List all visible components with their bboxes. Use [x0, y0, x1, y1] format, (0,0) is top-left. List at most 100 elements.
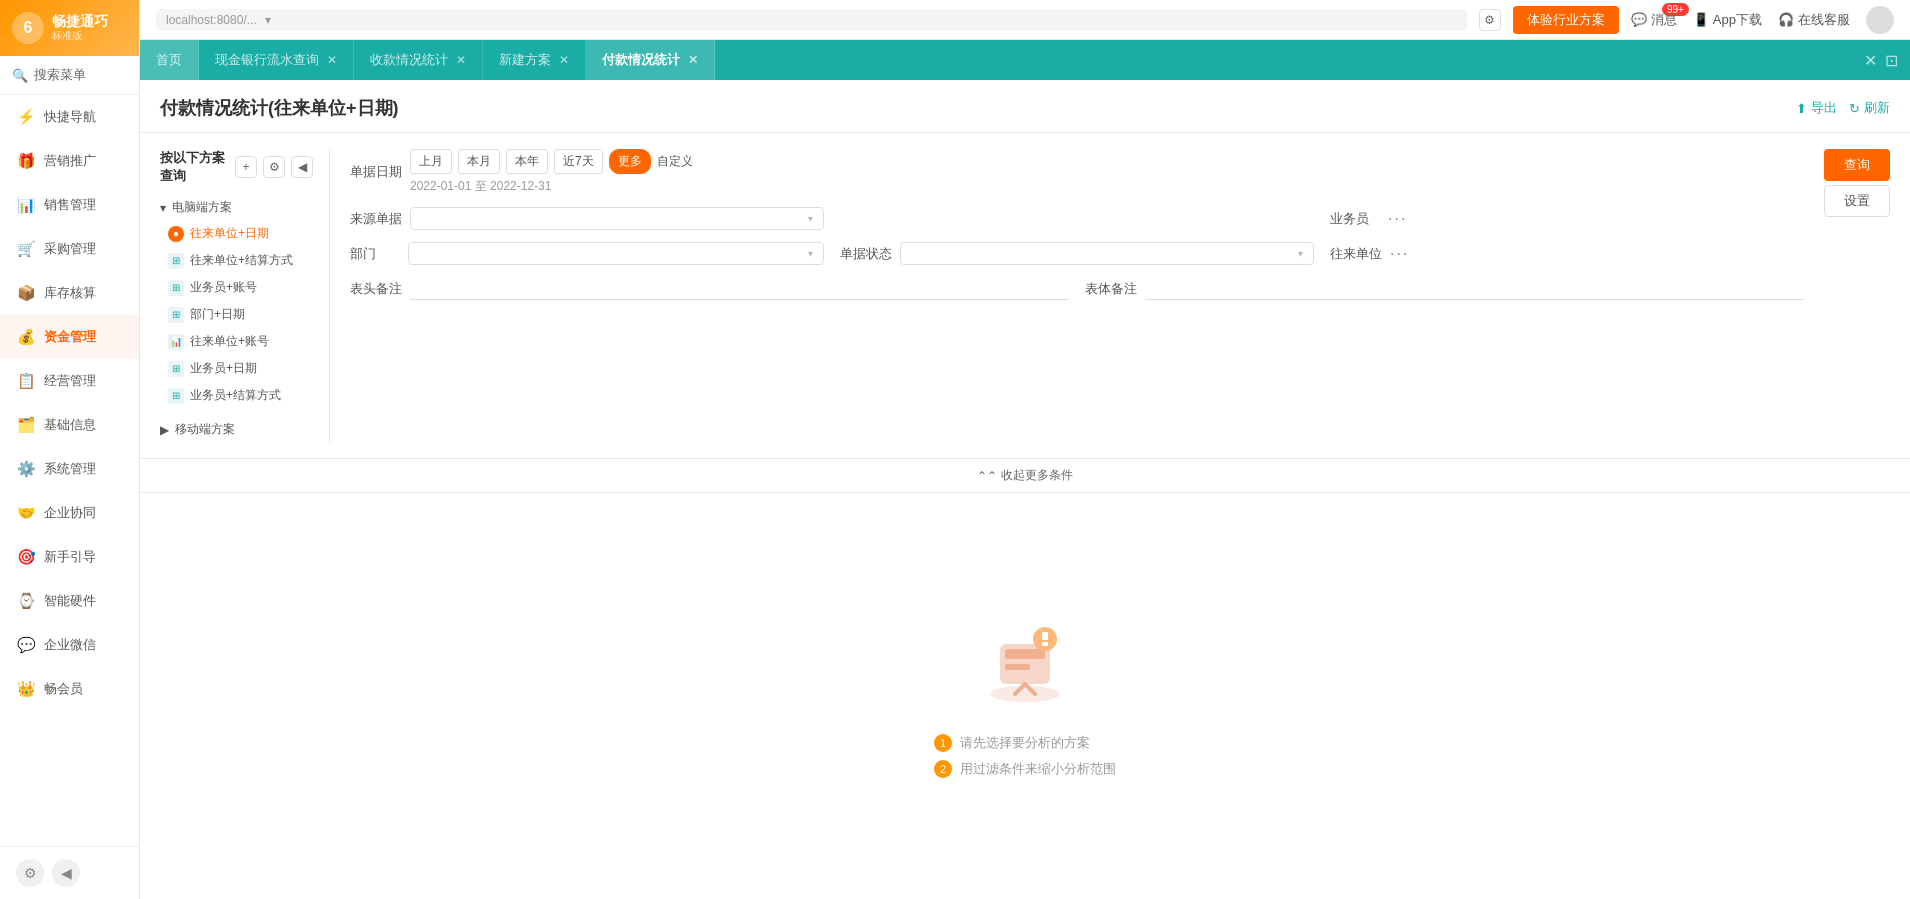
date-this-month-btn[interactable]: 本月: [458, 149, 500, 174]
refresh-btn[interactable]: ↻ 刷新: [1849, 99, 1890, 117]
trial-btn[interactable]: 体验行业方案: [1513, 6, 1619, 34]
filter-settings-btn[interactable]: 设置: [1824, 185, 1890, 217]
topbar-settings-btn[interactable]: ⚙: [1479, 9, 1501, 31]
messages-btn[interactable]: 💬 消息 99+: [1631, 11, 1677, 29]
operation-icon: 📋: [16, 371, 36, 391]
scheme-staff-settle[interactable]: ⊞ 业务员+结算方式: [160, 382, 313, 409]
tab-new-scheme[interactable]: 新建方案 ✕: [483, 40, 586, 80]
date-this-year-btn[interactable]: 本年: [506, 149, 548, 174]
logo-text: 畅捷通巧 标准版: [52, 13, 108, 44]
footer-collapse-btn[interactable]: ◀: [52, 859, 80, 887]
header-note-field: 表头备注: [350, 277, 1069, 300]
mobile-section[interactable]: ▶ 移动端方案: [160, 417, 313, 442]
sidebar-item-member[interactable]: 👑 畅会员: [0, 667, 139, 711]
window-buttons: ✕ ⊡: [1852, 40, 1910, 80]
address-text: localhost:8080/...: [166, 13, 257, 27]
empty-tip-1: 1 请先选择要分析的方案: [934, 734, 1116, 752]
expand-window-btn[interactable]: ⊡: [1885, 51, 1898, 70]
query-btn[interactable]: 查询: [1824, 149, 1890, 181]
date-7days-btn[interactable]: 近7天: [554, 149, 603, 174]
messages-icon: 💬: [1631, 12, 1647, 27]
page-title: 付款情况统计(往来单位+日期): [160, 96, 399, 120]
chevron-down-icon: ▾: [160, 201, 166, 215]
empty-tips: 1 请先选择要分析的方案 2 用过滤条件来缩小分析范围: [934, 734, 1116, 778]
sidebar-item-quick-nav[interactable]: ⚡ 快捷导航: [0, 95, 139, 139]
sidebar-item-sales[interactable]: 📊 销售管理: [0, 183, 139, 227]
tab-receipt-stats-close[interactable]: ✕: [456, 53, 466, 67]
date-more-btn[interactable]: 更多: [609, 149, 651, 174]
app-download-btn[interactable]: 📱 App下载: [1693, 11, 1762, 29]
address-bar[interactable]: localhost:8080/... ▾: [156, 9, 1467, 31]
add-scheme-btn[interactable]: +: [235, 156, 257, 178]
desktop-section-header[interactable]: ▾ 电脑端方案: [160, 195, 313, 220]
chevron-up-icon: ⌃⌃: [977, 469, 997, 483]
sidebar-item-purchase[interactable]: 🛒 采购管理: [0, 227, 139, 271]
hardware-icon: ⌚: [16, 591, 36, 611]
sidebar-item-inventory[interactable]: 📦 库存核算: [0, 271, 139, 315]
empty-state: 1 请先选择要分析的方案 2 用过滤条件来缩小分析范围: [140, 493, 1910, 899]
tip-num-1: 1: [934, 734, 952, 752]
dept-select[interactable]: ▾: [408, 242, 824, 265]
staff-more-btn[interactable]: ···: [1388, 210, 1407, 228]
scheme-staff-date[interactable]: ⊞ 业务员+日期: [160, 355, 313, 382]
scheme-party-date[interactable]: ● 往来单位+日期: [160, 220, 313, 247]
tip-num-2: 2: [934, 760, 952, 778]
tab-payment-stats-close[interactable]: ✕: [688, 53, 698, 67]
scheme-staff-settle-icon: ⊞: [168, 388, 184, 404]
sidebar-item-hardware[interactable]: ⌚ 智能硬件: [0, 579, 139, 623]
purchase-icon: 🛒: [16, 239, 36, 259]
tab-home[interactable]: 首页: [140, 40, 199, 80]
search-menu[interactable]: 🔍 搜索菜单: [0, 56, 139, 95]
dept-field: 部门 ▾: [350, 242, 824, 265]
service-btn[interactable]: 🎧 在线客服: [1778, 11, 1850, 29]
scheme-settings-btn[interactable]: ⚙: [263, 156, 285, 178]
tab-bank-flow-close[interactable]: ✕: [327, 53, 337, 67]
svg-rect-2: [1005, 649, 1045, 659]
source-dropdown-icon: ▾: [808, 213, 813, 224]
sidebar: 6 畅捷通巧 标准版 🔍 搜索菜单 ⚡ 快捷导航 🎁 营销推广 📊 销售管理 🛒…: [0, 0, 140, 899]
date-filter-row: 单据日期 上月 本月 本年 近7天 更多 自定义: [350, 149, 1804, 195]
scheme-party-account[interactable]: 📊 往来单位+账号: [160, 328, 313, 355]
date-field: 单据日期 上月 本月 本年 近7天 更多 自定义: [350, 149, 1804, 195]
scheme-party-account-icon: 📊: [168, 334, 184, 350]
scheme-dept-date[interactable]: ⊞ 部门+日期: [160, 301, 313, 328]
left-panel-header: 按以下方案查询 + ⚙ ◀: [160, 149, 313, 185]
sidebar-item-marketing[interactable]: 🎁 营销推广: [0, 139, 139, 183]
sidebar-item-operation[interactable]: 📋 经营管理: [0, 359, 139, 403]
body-note-input[interactable]: [1145, 277, 1804, 300]
scheme-staff-account[interactable]: ⊞ 业务员+账号: [160, 274, 313, 301]
tab-receipt-stats[interactable]: 收款情况统计 ✕: [354, 40, 483, 80]
export-btn[interactable]: ⬆ 导出: [1796, 99, 1837, 117]
close-window-btn[interactable]: ✕: [1864, 51, 1877, 70]
sidebar-item-basic[interactable]: 🗂️ 基础信息: [0, 403, 139, 447]
tab-bank-flow[interactable]: 现金银行流水查询 ✕: [199, 40, 354, 80]
tabbar: 首页 现金银行流水查询 ✕ 收款情况统计 ✕ 新建方案 ✕ 付款情况统计 ✕ ✕…: [140, 40, 1910, 80]
guide-icon: 🎯: [16, 547, 36, 567]
source-select[interactable]: ▾: [410, 207, 824, 230]
body-note-field: 表体备注: [1085, 277, 1804, 300]
status-select[interactable]: ▾: [900, 242, 1314, 265]
tab-payment-stats[interactable]: 付款情况统计 ✕: [586, 40, 715, 80]
sidebar-item-enterprise[interactable]: 🤝 企业协同: [0, 491, 139, 535]
date-custom-label: 自定义: [657, 153, 693, 170]
marketing-icon: 🎁: [16, 151, 36, 171]
collapse-conditions-btn[interactable]: ⌃⌃ 收起更多条件: [977, 467, 1073, 484]
party-field: 往来单位 ···: [1330, 242, 1804, 265]
date-last-month-btn[interactable]: 上月: [410, 149, 452, 174]
scheme-party-settle[interactable]: ⊞ 往来单位+结算方式: [160, 247, 313, 274]
panel-collapse-btn[interactable]: ◀: [291, 156, 313, 178]
sidebar-item-system[interactable]: ⚙️ 系统管理: [0, 447, 139, 491]
export-icon: ⬆: [1796, 101, 1807, 116]
sidebar-item-guide[interactable]: 🎯 新手引导: [0, 535, 139, 579]
tab-new-scheme-close[interactable]: ✕: [559, 53, 569, 67]
date-options: 上月 本月 本年 近7天 更多 自定义: [410, 149, 693, 174]
svg-rect-5: [1042, 632, 1048, 640]
logo-icon: 6: [12, 12, 44, 44]
svg-rect-3: [1005, 664, 1030, 670]
sidebar-item-capital[interactable]: 💰 资金管理: [0, 315, 139, 359]
party-more-btn[interactable]: ···: [1390, 245, 1409, 263]
header-note-input[interactable]: [410, 277, 1069, 300]
footer-settings-btn[interactable]: ⚙: [16, 859, 44, 887]
user-avatar[interactable]: [1866, 6, 1894, 34]
sidebar-item-wechat[interactable]: 💬 企业微信: [0, 623, 139, 667]
